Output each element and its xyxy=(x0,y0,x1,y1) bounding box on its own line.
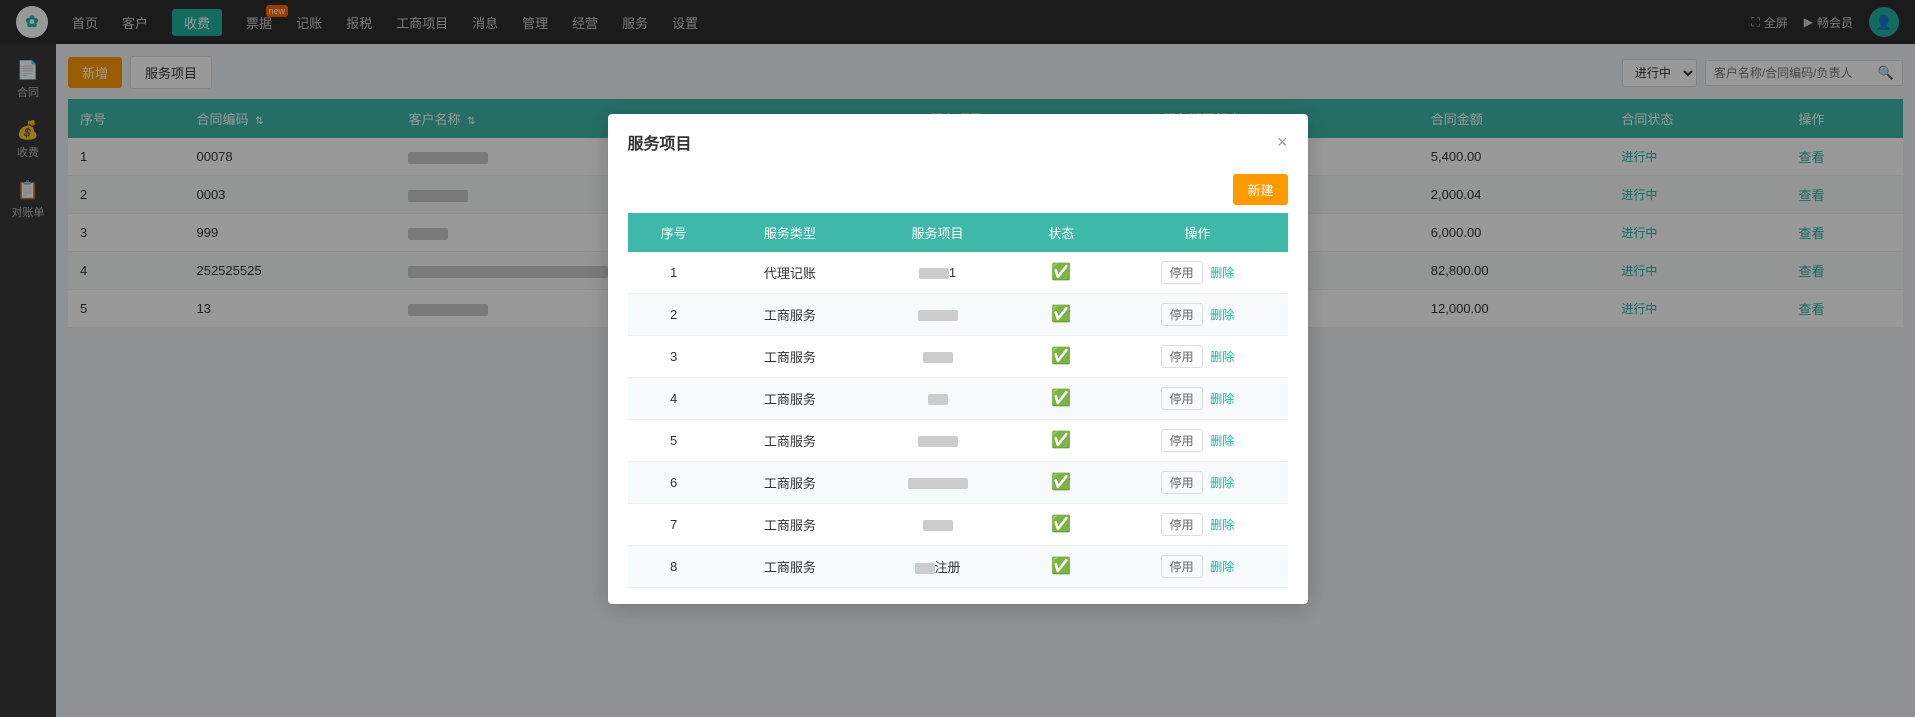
modal-cell-status: ✅ xyxy=(1015,252,1107,294)
stop-button[interactable]: 停用 xyxy=(1161,555,1203,578)
list-item: 4 工商服务 ✅ 停用 删除 xyxy=(628,377,1288,419)
status-check-icon: ✅ xyxy=(1051,390,1071,407)
modal-cell-type: 工商服务 xyxy=(720,461,860,503)
delete-button[interactable]: 删除 xyxy=(1210,306,1234,323)
status-check-icon: ✅ xyxy=(1051,264,1071,281)
modal-cell-action: 停用 删除 xyxy=(1107,252,1287,294)
status-check-icon: ✅ xyxy=(1051,474,1071,491)
modal-overlay[interactable]: 服务项目 × 新建 序号 服务类型 服务项目 状态 操作 xyxy=(0,0,1915,717)
stop-button[interactable]: 停用 xyxy=(1161,261,1203,284)
modal-cell-type: 工商服务 xyxy=(720,335,860,377)
modal-table-wrapper: 序号 服务类型 服务项目 状态 操作 1 代理记账 1 ✅ xyxy=(628,213,1288,588)
modal-close-button[interactable]: × xyxy=(1277,133,1288,151)
modal-cell-action: 停用 删除 xyxy=(1107,461,1287,503)
modal-cell-status: ✅ xyxy=(1015,377,1107,419)
modal-cell-type: 工商服务 xyxy=(720,377,860,419)
modal-cell-item xyxy=(860,419,1015,461)
modal-cell-action: 停用 删除 xyxy=(1107,293,1287,335)
modal-cell-action: 停用 删除 xyxy=(1107,335,1287,377)
modal-cell-action: 停用 删除 xyxy=(1107,545,1287,587)
modal-service-table: 序号 服务类型 服务项目 状态 操作 1 代理记账 1 ✅ xyxy=(628,213,1288,588)
list-item: 5 工商服务 ✅ 停用 删除 xyxy=(628,419,1288,461)
modal-cell-type: 工商服务 xyxy=(720,419,860,461)
modal-cell-type: 代理记账 xyxy=(720,252,860,294)
status-check-icon: ✅ xyxy=(1051,558,1071,575)
modal-cell-index: 1 xyxy=(628,252,720,294)
modal-cell-item xyxy=(860,293,1015,335)
modal-cell-status: ✅ xyxy=(1015,503,1107,545)
stop-button[interactable]: 停用 xyxy=(1161,513,1203,536)
modal-cell-status: ✅ xyxy=(1015,545,1107,587)
delete-button[interactable]: 删除 xyxy=(1210,558,1234,575)
modal-toolbar: 新建 xyxy=(628,174,1288,205)
modal-cell-index: 2 xyxy=(628,293,720,335)
modal-new-button[interactable]: 新建 xyxy=(1233,174,1287,205)
modal-cell-index: 7 xyxy=(628,503,720,545)
modal-cell-type: 工商服务 xyxy=(720,503,860,545)
modal-cell-index: 3 xyxy=(628,335,720,377)
modal-cell-item: 注册 xyxy=(860,545,1015,587)
modal-cell-index: 5 xyxy=(628,419,720,461)
delete-button[interactable]: 删除 xyxy=(1210,348,1234,365)
modal-body: 新建 序号 服务类型 服务项目 状态 操作 xyxy=(608,162,1308,604)
modal-col-status: 状态 xyxy=(1015,213,1107,252)
delete-button[interactable]: 删除 xyxy=(1210,516,1234,533)
modal-cell-type: 工商服务 xyxy=(720,293,860,335)
list-item: 2 工商服务 ✅ 停用 删除 xyxy=(628,293,1288,335)
modal-header: 服务项目 × xyxy=(608,114,1308,162)
modal-col-type: 服务类型 xyxy=(720,213,860,252)
modal-cell-index: 4 xyxy=(628,377,720,419)
status-check-icon: ✅ xyxy=(1051,348,1071,365)
delete-button[interactable]: 删除 xyxy=(1210,432,1234,449)
modal-cell-item xyxy=(860,377,1015,419)
modal-cell-item xyxy=(860,461,1015,503)
modal-cell-status: ✅ xyxy=(1015,419,1107,461)
status-check-icon: ✅ xyxy=(1051,516,1071,533)
status-check-icon: ✅ xyxy=(1051,432,1071,449)
modal-col-index: 序号 xyxy=(628,213,720,252)
modal-cell-index: 8 xyxy=(628,545,720,587)
modal-cell-action: 停用 删除 xyxy=(1107,419,1287,461)
list-item: 7 工商服务 ✅ 停用 删除 xyxy=(628,503,1288,545)
stop-button[interactable]: 停用 xyxy=(1161,471,1203,494)
modal-cell-status: ✅ xyxy=(1015,335,1107,377)
service-items-modal: 服务项目 × 新建 序号 服务类型 服务项目 状态 操作 xyxy=(608,114,1308,604)
delete-button[interactable]: 删除 xyxy=(1210,474,1234,491)
modal-cell-item: 1 xyxy=(860,252,1015,294)
stop-button[interactable]: 停用 xyxy=(1161,303,1203,326)
modal-cell-type: 工商服务 xyxy=(720,545,860,587)
list-item: 8 工商服务 注册 ✅ 停用 删除 xyxy=(628,545,1288,587)
modal-col-action: 操作 xyxy=(1107,213,1287,252)
list-item: 6 工商服务 ✅ 停用 删除 xyxy=(628,461,1288,503)
list-item: 3 工商服务 ✅ 停用 删除 xyxy=(628,335,1288,377)
modal-cell-item xyxy=(860,335,1015,377)
delete-button[interactable]: 删除 xyxy=(1210,264,1234,281)
stop-button[interactable]: 停用 xyxy=(1161,345,1203,368)
modal-cell-index: 6 xyxy=(628,461,720,503)
list-item: 1 代理记账 1 ✅ 停用 删除 xyxy=(628,252,1288,294)
modal-cell-status: ✅ xyxy=(1015,293,1107,335)
stop-button[interactable]: 停用 xyxy=(1161,429,1203,452)
modal-title: 服务项目 xyxy=(628,130,692,154)
status-check-icon: ✅ xyxy=(1051,306,1071,323)
modal-cell-action: 停用 删除 xyxy=(1107,503,1287,545)
modal-cell-action: 停用 删除 xyxy=(1107,377,1287,419)
modal-cell-status: ✅ xyxy=(1015,461,1107,503)
stop-button[interactable]: 停用 xyxy=(1161,387,1203,410)
modal-col-item: 服务项目 xyxy=(860,213,1015,252)
modal-cell-item xyxy=(860,503,1015,545)
delete-button[interactable]: 删除 xyxy=(1210,390,1234,407)
